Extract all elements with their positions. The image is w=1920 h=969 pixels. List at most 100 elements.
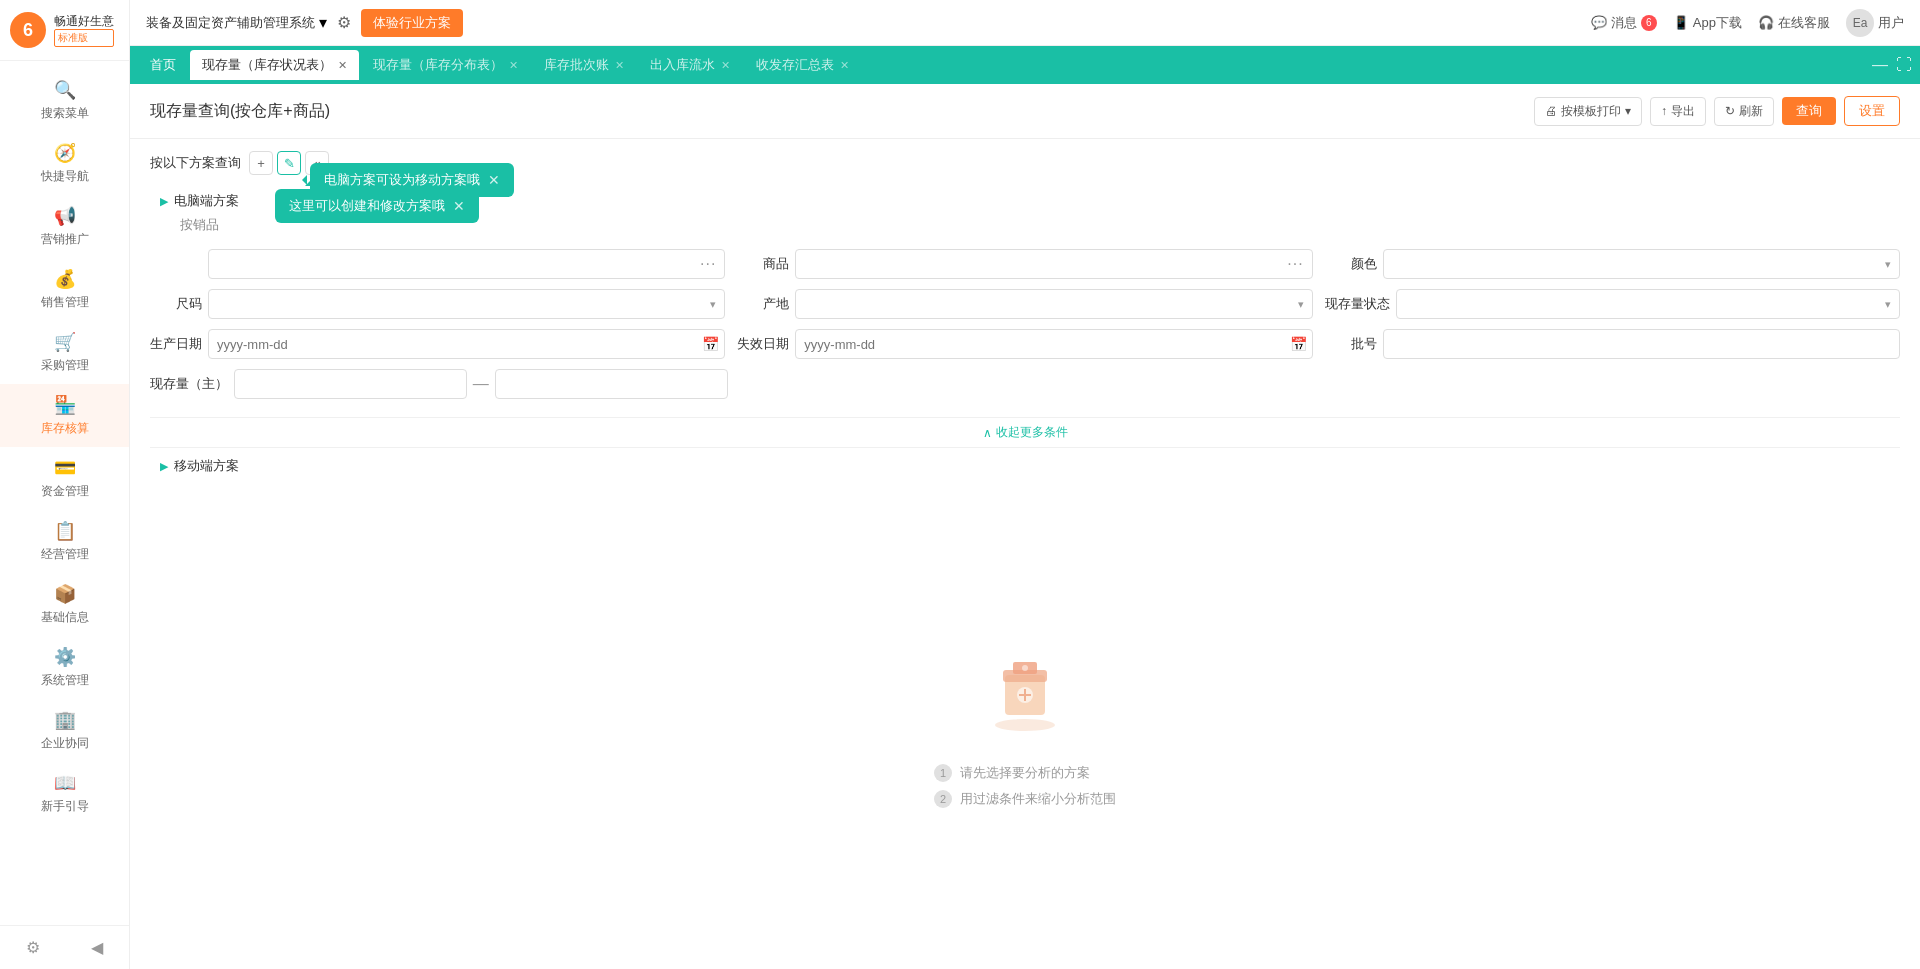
color-label: 颜色 xyxy=(1325,255,1377,273)
sidebar-item-inventory[interactable]: 🏪 库存核算 xyxy=(0,384,129,447)
sidebar-item-sales[interactable]: 💰 销售管理 xyxy=(0,258,129,321)
field-expiry-date: 失效日期 📅 xyxy=(737,329,1312,359)
tab-in-out-flow-label: 出入库流水 xyxy=(650,56,715,74)
app-download-btn[interactable]: 📱 App下载 xyxy=(1673,14,1742,32)
trial-button[interactable]: 体验行业方案 xyxy=(361,9,463,37)
color-select[interactable]: ▾ xyxy=(1383,249,1900,279)
app-download-label: App下载 xyxy=(1693,14,1742,32)
tab-inventory-status[interactable]: 现存量（库存状况表） ✕ xyxy=(190,50,359,80)
search-icon: 🔍 xyxy=(54,79,76,101)
system-icon: ⚙️ xyxy=(54,646,76,668)
stock-main-input-2[interactable] xyxy=(495,369,728,399)
sidebar-item-basic[interactable]: 📦 基础信息 xyxy=(0,573,129,636)
filter-row-3: 生产日期 📅 失效日期 📅 xyxy=(150,329,1900,359)
filter-area: 按以下方案查询 + ✎ « 电脑方案可设为移动方案哦 ✕ 这里可以创建和修改方案… xyxy=(130,139,1920,482)
tab-controls: — ⛶ xyxy=(1872,56,1912,74)
collapse-label: 收起更多条件 xyxy=(996,424,1068,441)
settings-bottom-icon[interactable]: ⚙ xyxy=(26,938,40,957)
filter-row-4: 现存量（主） — xyxy=(150,369,1900,399)
product-select[interactable]: ··· xyxy=(795,249,1312,279)
stock-main-label: 现存量（主） xyxy=(150,375,228,393)
tab-expand-icon[interactable]: ⛶ xyxy=(1896,56,1912,74)
main-area: 装备及固定资产辅助管理系统 ▾ ⚙ 体验行业方案 💬 消息 6 📱 App下载 … xyxy=(130,0,1920,969)
tab-close-icon-5[interactable]: ✕ xyxy=(840,59,849,72)
stock-main-input[interactable] xyxy=(234,369,467,399)
online-support-btn[interactable]: 🎧 在线客服 xyxy=(1758,14,1830,32)
sidebar-item-search[interactable]: 🔍 搜索菜单 xyxy=(0,69,129,132)
message-btn[interactable]: 💬 消息 6 xyxy=(1591,14,1657,32)
sidebar-item-finance[interactable]: 💳 资金管理 xyxy=(0,447,129,510)
expiry-date-label: 失效日期 xyxy=(737,335,789,353)
stock-status-select[interactable]: ▾ xyxy=(1396,289,1900,319)
empty-tips: 1 请先选择要分析的方案 2 用过滤条件来缩小分析范围 xyxy=(934,760,1116,812)
tree-mobile-scheme[interactable]: ▶ 移动端方案 xyxy=(160,454,1900,478)
settings-icon[interactable]: ⚙ xyxy=(337,13,351,32)
tab-inventory-distribution[interactable]: 现存量（库存分布表） ✕ xyxy=(361,50,530,80)
export-button[interactable]: ↑ 导出 xyxy=(1650,97,1706,126)
expiry-date-calendar-icon: 📅 xyxy=(1290,336,1307,352)
print-button[interactable]: 🖨 按模板打印 ▾ xyxy=(1534,97,1642,126)
expiry-date-input[interactable] xyxy=(795,329,1312,359)
sidebar-item-guide[interactable]: 📖 新手引导 xyxy=(0,762,129,825)
support-icon: 🎧 xyxy=(1758,15,1774,30)
tab-close-icon-3[interactable]: ✕ xyxy=(615,59,624,72)
collapse-bar[interactable]: ∧ 收起更多条件 xyxy=(150,417,1900,447)
origin-select[interactable]: ▾ xyxy=(795,289,1312,319)
tab-home[interactable]: 首页 xyxy=(138,56,188,74)
sidebar-item-marketing[interactable]: 📢 营销推广 xyxy=(0,195,129,258)
tab-summary[interactable]: 收发存汇总表 ✕ xyxy=(744,50,861,80)
sales-icon: 💰 xyxy=(54,268,76,290)
brand-name: 畅通好生意 xyxy=(54,13,114,30)
filter-rows: ··· 商品 ··· 颜色 xyxy=(150,241,1900,417)
tab-close-icon-2[interactable]: ✕ xyxy=(509,59,518,72)
production-date-input[interactable] xyxy=(208,329,725,359)
user-label: 用户 xyxy=(1878,14,1904,32)
user-btn[interactable]: Ea 用户 xyxy=(1846,9,1904,37)
edit-scheme-btn[interactable]: ✎ xyxy=(277,151,301,175)
empty-tip-1: 1 请先选择要分析的方案 xyxy=(934,760,1116,786)
sidebar-item-quicknav[interactable]: 🧭 快捷导航 xyxy=(0,132,129,195)
sidebar-item-operations[interactable]: 📋 经营管理 xyxy=(0,510,129,573)
stock-status-dropdown-icon: ▾ xyxy=(1885,298,1891,311)
online-support-label: 在线客服 xyxy=(1778,14,1830,32)
field-color: 颜色 ▾ xyxy=(1325,249,1900,279)
tooltip-desktop-text: 电脑方案可设为移动方案哦 xyxy=(324,171,480,189)
sidebar-item-system[interactable]: ⚙️ 系统管理 xyxy=(0,636,129,699)
empty-tip-2-text: 用过滤条件来缩小分析范围 xyxy=(960,786,1116,812)
search-button[interactable]: 查询 xyxy=(1782,97,1836,125)
size-select[interactable]: ▾ xyxy=(208,289,725,319)
compass-icon: 🧭 xyxy=(54,142,76,164)
tab-close-icon-4[interactable]: ✕ xyxy=(721,59,730,72)
content-area: 现存量查询(按仓库+商品) 🖨 按模板打印 ▾ ↑ 导出 ↻ 刷新 查询 设置 xyxy=(130,84,1920,969)
export-label: 导出 xyxy=(1671,103,1695,120)
sidebar-item-system-label: 系统管理 xyxy=(41,672,89,689)
tab-in-out-flow[interactable]: 出入库流水 ✕ xyxy=(638,50,742,80)
warehouse-select[interactable]: ··· xyxy=(208,249,725,279)
batch-input[interactable] xyxy=(1383,329,1900,359)
system-select[interactable]: 装备及固定资产辅助管理系统 ▾ xyxy=(146,13,327,32)
logo-icon: 6 xyxy=(10,12,46,48)
print-dropdown-icon: ▾ xyxy=(1625,104,1631,118)
collapse-sidebar-icon[interactable]: ◀ xyxy=(91,938,103,957)
tree-desktop-label: 电脑端方案 xyxy=(174,192,239,210)
tree-mobile-label: 移动端方案 xyxy=(174,457,239,475)
purchase-icon: 🛒 xyxy=(54,331,76,353)
filter-area-wrapper: 按以下方案查询 + ✎ « 电脑方案可设为移动方案哦 ✕ 这里可以创建和修改方案… xyxy=(130,139,1920,482)
tab-close-icon[interactable]: ✕ xyxy=(338,59,347,72)
refresh-button[interactable]: ↻ 刷新 xyxy=(1714,97,1774,126)
set-button[interactable]: 设置 xyxy=(1844,96,1900,126)
field-stock-main: 现存量（主） — xyxy=(150,369,728,399)
finance-icon: 💳 xyxy=(54,457,76,479)
tab-summary-label: 收发存汇总表 xyxy=(756,56,834,74)
tooltip-create-close[interactable]: ✕ xyxy=(453,198,465,214)
header-left: 装备及固定资产辅助管理系统 ▾ ⚙ 体验行业方案 xyxy=(146,9,463,37)
sidebar-item-purchase[interactable]: 🛒 采购管理 xyxy=(0,321,129,384)
tooltip-desktop-close[interactable]: ✕ xyxy=(488,172,500,188)
stock-main-dash: — xyxy=(473,375,489,393)
svg-point-7 xyxy=(1022,665,1028,671)
tab-batch-account[interactable]: 库存批次账 ✕ xyxy=(532,50,636,80)
chevron-down-icon: ▾ xyxy=(319,13,327,32)
add-scheme-btn[interactable]: + xyxy=(249,151,273,175)
sidebar-item-enterprise[interactable]: 🏢 企业协同 xyxy=(0,699,129,762)
tab-minus-icon[interactable]: — xyxy=(1872,56,1888,74)
